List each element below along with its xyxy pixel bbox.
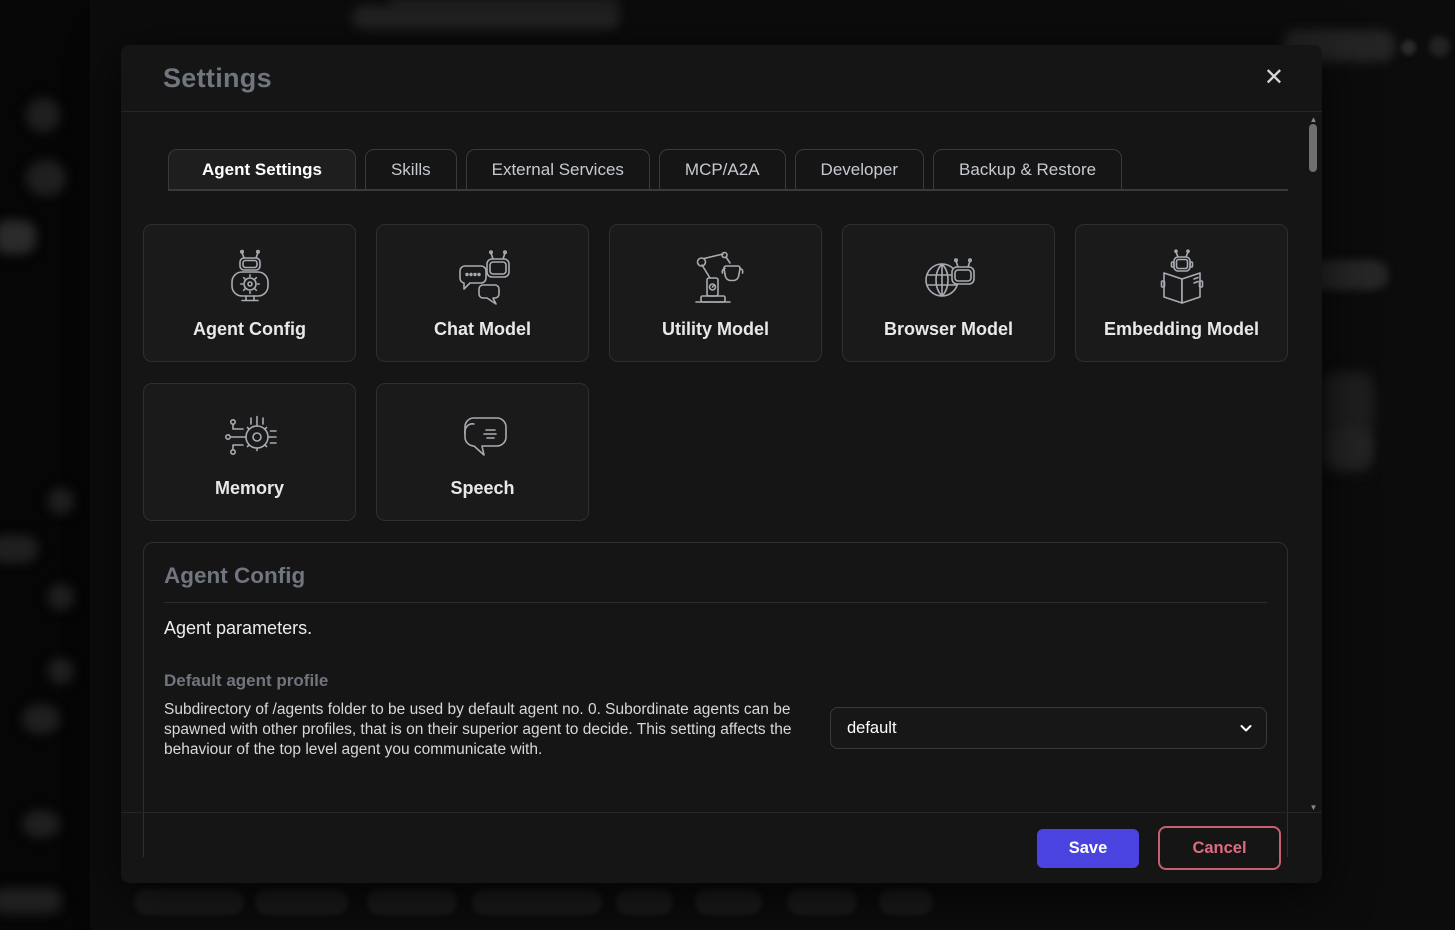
dimmed-quick-action <box>616 889 673 915</box>
tab-bar: Agent Settings Skills External Services … <box>168 149 1288 191</box>
card-label: Speech <box>450 478 514 499</box>
close-icon[interactable]: ✕ <box>1260 62 1288 94</box>
card-label: Memory <box>215 478 284 499</box>
modal-body: Agent Settings Skills External Services … <box>121 112 1322 857</box>
card-utility-model[interactable]: Utility Model <box>609 224 822 362</box>
settings-modal: Settings ✕ Agent Settings Skills Externa… <box>121 45 1322 883</box>
modal-scrollbar[interactable]: ▲ ▼ <box>1307 115 1320 812</box>
section-divider <box>164 602 1267 603</box>
dimmed-topbar-dot <box>1401 40 1416 55</box>
section-title: Agent Config <box>164 563 1267 589</box>
dimmed-sidebar-icon <box>48 658 74 684</box>
card-agent-config[interactable]: Agent Config <box>143 224 356 362</box>
dimmed-quick-action <box>367 889 457 915</box>
dimmed-sidebar-icon <box>26 160 66 196</box>
robot-book-icon <box>1154 246 1210 308</box>
robot-arm-icon <box>688 246 744 308</box>
card-browser-model[interactable]: Browser Model <box>842 224 1055 362</box>
scroll-up-icon[interactable]: ▲ <box>1307 115 1320 124</box>
dimmed-sidebar-icon <box>0 220 36 254</box>
dimmed-suggestion-text <box>352 6 620 30</box>
dimmed-left-sidebar <box>0 0 90 930</box>
default-agent-profile-field: Default agent profile Subdirectory of /a… <box>164 671 1267 760</box>
card-label: Utility Model <box>662 319 769 340</box>
dimmed-quick-action <box>255 889 348 915</box>
dimmed-right-panel <box>1328 428 1370 466</box>
cancel-button[interactable]: Cancel <box>1158 826 1281 870</box>
card-label: Browser Model <box>884 319 1013 340</box>
dimmed-quick-action <box>472 889 602 915</box>
dimmed-sidebar-icon <box>22 704 60 734</box>
dimmed-sidebar-label <box>0 535 38 563</box>
dimmed-quick-action <box>787 889 857 915</box>
speech-bubble-icon <box>457 405 509 467</box>
card-memory[interactable]: Memory <box>143 383 356 521</box>
dimmed-sidebar-icon <box>22 810 60 838</box>
tab-backup-restore[interactable]: Backup & Restore <box>933 149 1122 189</box>
save-button[interactable]: Save <box>1037 829 1139 868</box>
card-chat-model[interactable]: Chat Model <box>376 224 589 362</box>
modal-header: Settings ✕ <box>121 45 1322 112</box>
scroll-down-icon[interactable]: ▼ <box>1307 803 1320 812</box>
app-screen: Settings ✕ Agent Settings Skills Externa… <box>0 0 1455 930</box>
tab-mcp-a2a[interactable]: MCP/A2A <box>659 149 786 189</box>
section-subtitle: Agent parameters. <box>164 618 1267 639</box>
globe-robot-icon <box>920 246 978 308</box>
modal-footer: Save Cancel <box>121 812 1322 883</box>
card-label: Agent Config <box>193 319 306 340</box>
settings-card-grid: Agent Config Chat <box>143 224 1288 521</box>
agent-config-section: Agent Config Agent parameters. Default a… <box>143 542 1288 857</box>
field-label: Default agent profile <box>164 671 1267 691</box>
dimmed-avatar <box>1429 36 1450 57</box>
tab-developer[interactable]: Developer <box>795 149 925 189</box>
card-speech[interactable]: Speech <box>376 383 589 521</box>
dimmed-sidebar-label <box>0 888 62 914</box>
card-label: Chat Model <box>434 319 531 340</box>
modal-title: Settings <box>163 63 272 94</box>
tab-agent-settings[interactable]: Agent Settings <box>168 149 356 189</box>
robot-gear-icon <box>224 246 276 308</box>
robot-chat-icon <box>453 246 513 308</box>
tab-skills[interactable]: Skills <box>365 149 457 189</box>
tab-external-services[interactable]: External Services <box>466 149 650 189</box>
dimmed-sidebar-icon <box>48 488 74 514</box>
circuit-gear-icon <box>221 405 279 467</box>
dimmed-quick-action <box>695 889 762 915</box>
field-description: Subdirectory of /agents folder to be use… <box>164 700 804 760</box>
dimmed-sidebar-icon <box>48 584 74 610</box>
card-label: Embedding Model <box>1104 319 1259 340</box>
scrollbar-thumb[interactable] <box>1309 124 1317 172</box>
card-embedding-model[interactable]: Embedding Model <box>1075 224 1288 362</box>
default-agent-profile-select[interactable]: default <box>830 707 1267 749</box>
dimmed-sidebar-icon <box>26 98 60 132</box>
dimmed-quick-action <box>134 889 244 915</box>
dimmed-quick-action <box>879 889 933 915</box>
